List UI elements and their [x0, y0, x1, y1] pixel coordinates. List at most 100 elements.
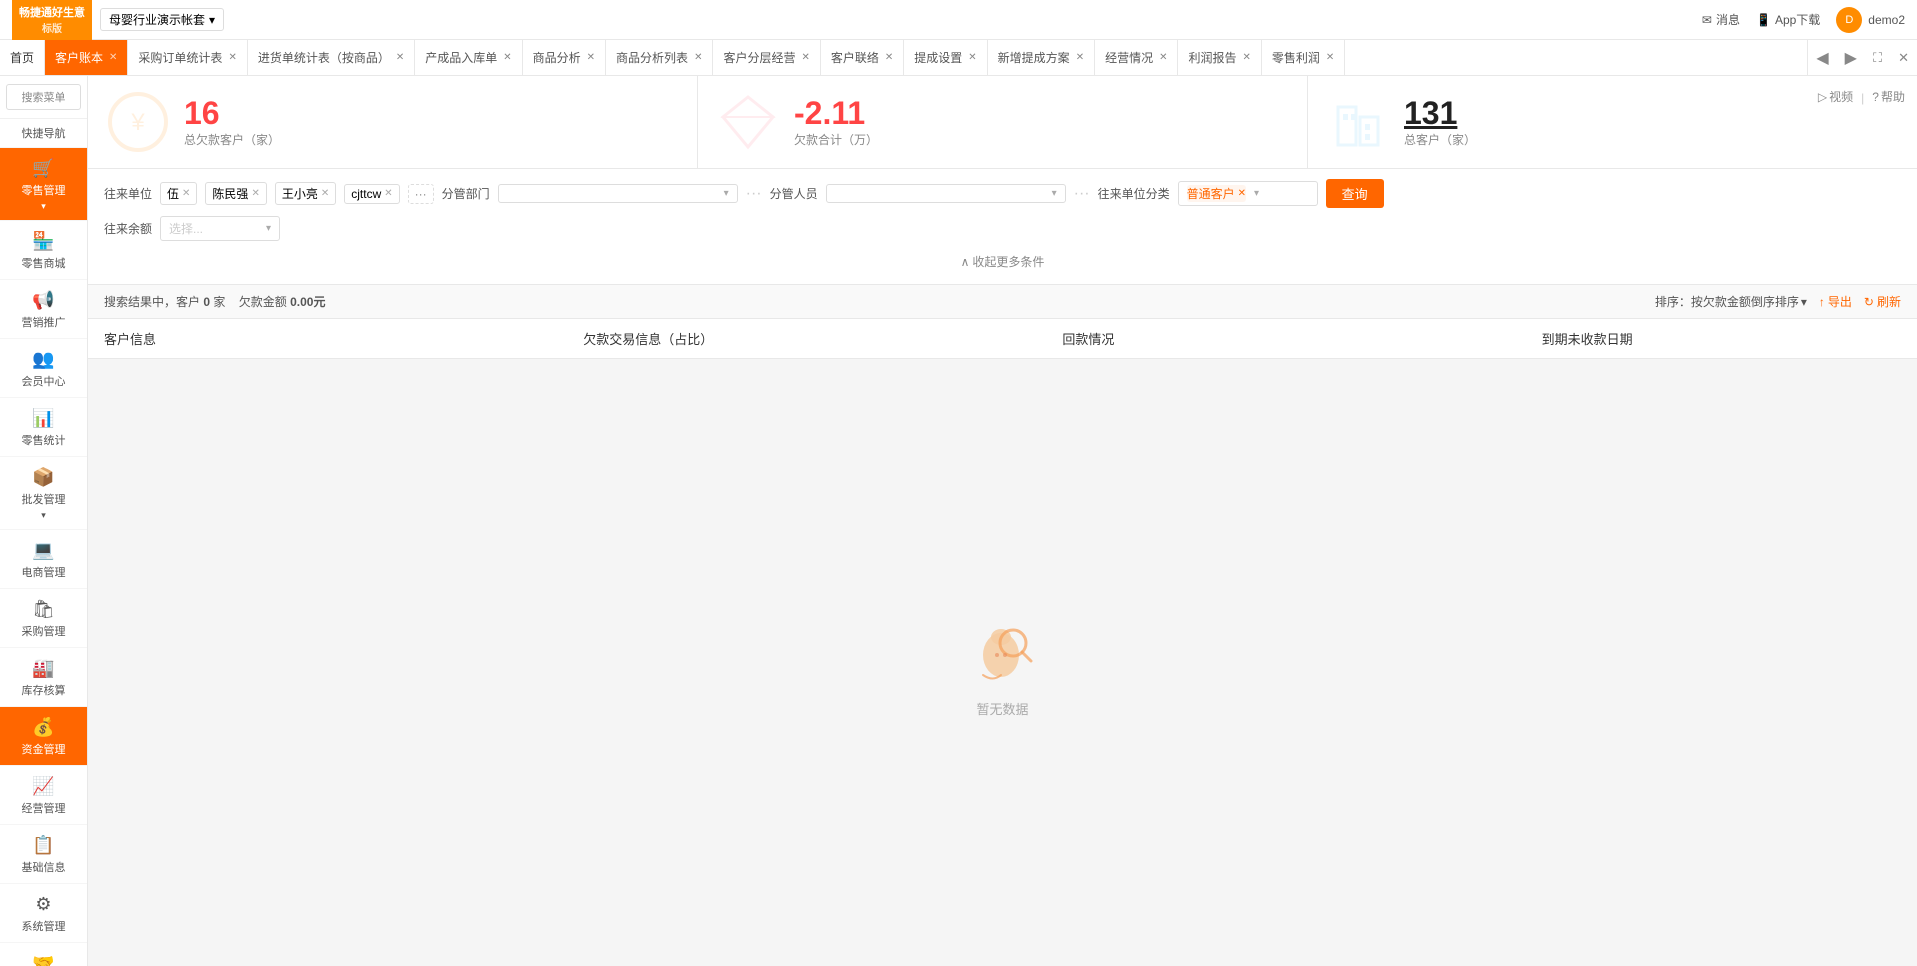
dept-select[interactable]: ▾: [498, 184, 738, 203]
close-icon[interactable]: ✕: [801, 52, 809, 63]
filter-row-2: 往来余额 选择... ▾: [104, 216, 1901, 241]
chevron-down-icon: ▾: [209, 13, 215, 27]
close-icon[interactable]: ✕: [109, 52, 117, 63]
sidebar-item-purchase-mgmt[interactable]: 🛍 采购管理: [0, 589, 87, 648]
dept-filter-label: 分管部门: [442, 185, 490, 202]
dept-more-button[interactable]: ···: [746, 185, 762, 203]
remove-tag-chenminqiang-button[interactable]: ✕: [251, 188, 259, 199]
message-icon: ✉: [1702, 13, 1712, 27]
sidebar-item-label: 经营管理: [22, 800, 66, 816]
chevron-down-icon: ▾: [1052, 188, 1057, 199]
tab-improve-settings[interactable]: 提成设置 ✕: [904, 40, 987, 75]
content-area: ¥ 16 总欠款客户（家） -2.11 欠款合计（万）: [88, 76, 1917, 966]
balance-select[interactable]: 选择... ▾: [160, 216, 280, 241]
close-icon[interactable]: ✕: [1243, 52, 1251, 63]
sidebar-item-marketing[interactable]: 📢 营销推广: [0, 280, 87, 339]
tab-inbound-stats[interactable]: 进货单统计表（按商品） ✕: [248, 40, 415, 75]
close-icon[interactable]: ✕: [503, 52, 511, 63]
tab-customer-segments[interactable]: 客户分层经营 ✕: [713, 40, 820, 75]
app-download-button[interactable]: 📱 App下载: [1756, 11, 1820, 28]
close-icon[interactable]: ✕: [228, 52, 236, 63]
help-icon: ?: [1872, 90, 1879, 104]
close-icon[interactable]: ✕: [1326, 52, 1334, 63]
tab-customer-contact[interactable]: 客户联络 ✕: [821, 40, 904, 75]
collapse-filters-button[interactable]: ∧ 收起更多条件: [961, 253, 1045, 270]
person-filter-label: 分管人员: [770, 185, 818, 202]
close-icon[interactable]: ✕: [885, 52, 893, 63]
sidebar-item-member-center[interactable]: 👥 会员中心: [0, 339, 87, 398]
remove-unit-class-tag-button[interactable]: ✕: [1238, 188, 1246, 199]
tab-fullscreen-button[interactable]: ⛶: [1865, 50, 1890, 66]
sidebar-item-finance-mgmt[interactable]: 💰 资金管理: [0, 707, 87, 766]
sidebar-item-label: 基础信息: [22, 859, 66, 875]
sidebar-item-retail-mgmt[interactable]: 🛒 零售管理 ▾: [0, 148, 87, 221]
remove-tag-wangxiaoliang-button[interactable]: ✕: [321, 188, 329, 199]
account-selector[interactable]: 母婴行业演示帐套 ▾: [100, 8, 224, 31]
unit-class-tag: 普通客户 ✕: [1187, 185, 1246, 202]
sidebar-item-operation-mgmt[interactable]: 📈 经营管理: [0, 766, 87, 825]
top-bar-right: ✉ 消息 📱 App下载 D demo2: [1702, 7, 1905, 33]
sidebar-item-ecommerce[interactable]: 💻 电商管理: [0, 530, 87, 589]
tab-scroll-left-button[interactable]: ◀: [1808, 48, 1836, 68]
message-button[interactable]: ✉ 消息: [1702, 11, 1740, 28]
tab-production-inbound[interactable]: 产成品入库单 ✕: [415, 40, 522, 75]
tab-accounts[interactable]: 客户账本 ✕: [45, 40, 128, 75]
tab-goods-analysis[interactable]: 商品分析 ✕: [523, 40, 606, 75]
tab-business-status[interactable]: 经营情况 ✕: [1095, 40, 1178, 75]
sidebar: 搜索菜单 快捷导航 🛒 零售管理 ▾ 🏪 零售商城 📢 营销推广 👥 会员中心 …: [0, 76, 88, 966]
tab-purchase-orders[interactable]: 采购订单统计表 ✕: [128, 40, 247, 75]
chevron-down-icon: ▾: [41, 510, 46, 521]
sort-button[interactable]: 排序：按欠款金额倒序排序 ▾: [1655, 293, 1807, 310]
credit-amount-info: -2.11 欠款合计（万）: [794, 97, 878, 148]
sidebar-quick-nav-button[interactable]: 快捷导航: [0, 119, 87, 148]
enterprise-collab-icon: 🤝: [32, 953, 54, 966]
logo-line2: 标版: [42, 20, 62, 35]
close-icon[interactable]: ✕: [694, 52, 702, 63]
export-button[interactable]: ↑ 导出: [1819, 293, 1852, 310]
person-more-button[interactable]: ···: [1074, 185, 1090, 203]
close-icon[interactable]: ✕: [396, 52, 404, 63]
refresh-button[interactable]: ↻ 刷新: [1864, 293, 1901, 310]
refresh-icon: ↻: [1864, 295, 1874, 309]
sidebar-item-inventory[interactable]: 🏭 库存核算: [0, 648, 87, 707]
close-icon[interactable]: ✕: [587, 52, 595, 63]
inventory-icon: 🏭: [32, 658, 54, 679]
sidebar-item-label: 电商管理: [22, 564, 66, 580]
sidebar-item-retail-mall[interactable]: 🏪 零售商城: [0, 221, 87, 280]
video-button[interactable]: ▷ 视频: [1818, 88, 1853, 105]
unit-class-select[interactable]: 普通客户 ✕ ▾: [1178, 181, 1318, 206]
chevron-down-icon: ▾: [1254, 188, 1259, 199]
query-button[interactable]: 查询: [1326, 179, 1384, 208]
tab-close-all-button[interactable]: ✕: [1890, 50, 1917, 66]
help-button[interactable]: ? 帮助: [1872, 88, 1905, 105]
tab-retail-profit[interactable]: 零售利润 ✕: [1262, 40, 1345, 75]
ecommerce-icon: 💻: [32, 540, 54, 561]
search-menu-button[interactable]: 搜索菜单: [6, 84, 81, 110]
tab-goods-analysis-list[interactable]: 商品分析列表 ✕: [606, 40, 713, 75]
sidebar-item-system-mgmt[interactable]: ⚙ 系统管理: [0, 884, 87, 943]
person-select[interactable]: ▾: [826, 184, 1066, 203]
close-icon[interactable]: ✕: [1076, 52, 1084, 63]
remove-tag-cjttcw-button[interactable]: ✕: [384, 188, 392, 199]
tab-new-improve-plan[interactable]: 新增提成方案 ✕: [988, 40, 1095, 75]
user-area[interactable]: D demo2: [1836, 7, 1905, 33]
tab-profit-report[interactable]: 利润报告 ✕: [1178, 40, 1261, 75]
filter-tag-wu: 伍 ✕: [160, 182, 197, 205]
col-due-date: 到期未收款日期: [1542, 329, 1901, 348]
remove-tag-wu-button[interactable]: ✕: [182, 188, 190, 199]
sidebar-item-basic-info[interactable]: 📋 基础信息: [0, 825, 87, 884]
tab-home[interactable]: 首页: [0, 40, 45, 75]
sidebar-item-wholesale-mgmt[interactable]: 📦 批发管理 ▾: [0, 457, 87, 530]
close-icon[interactable]: ✕: [968, 52, 976, 63]
close-icon[interactable]: ✕: [1159, 52, 1167, 63]
sidebar-item-label: 库存核算: [22, 682, 66, 698]
logo: 畅捷通好生意 标版: [12, 0, 92, 40]
diamond-icon: [718, 92, 778, 152]
sidebar-item-retail-stats[interactable]: 📊 零售统计: [0, 398, 87, 457]
tab-scroll-right-button[interactable]: ▶: [1837, 48, 1865, 68]
stat-credit-customers: ¥ 16 总欠款客户（家）: [88, 76, 698, 168]
add-more-units-button[interactable]: ···: [408, 184, 434, 204]
basic-info-icon: 📋: [32, 835, 54, 856]
sidebar-item-enterprise-collab[interactable]: 🤝 企业协同: [0, 943, 87, 966]
credit-customers-label: 总欠款客户（家）: [184, 131, 280, 148]
